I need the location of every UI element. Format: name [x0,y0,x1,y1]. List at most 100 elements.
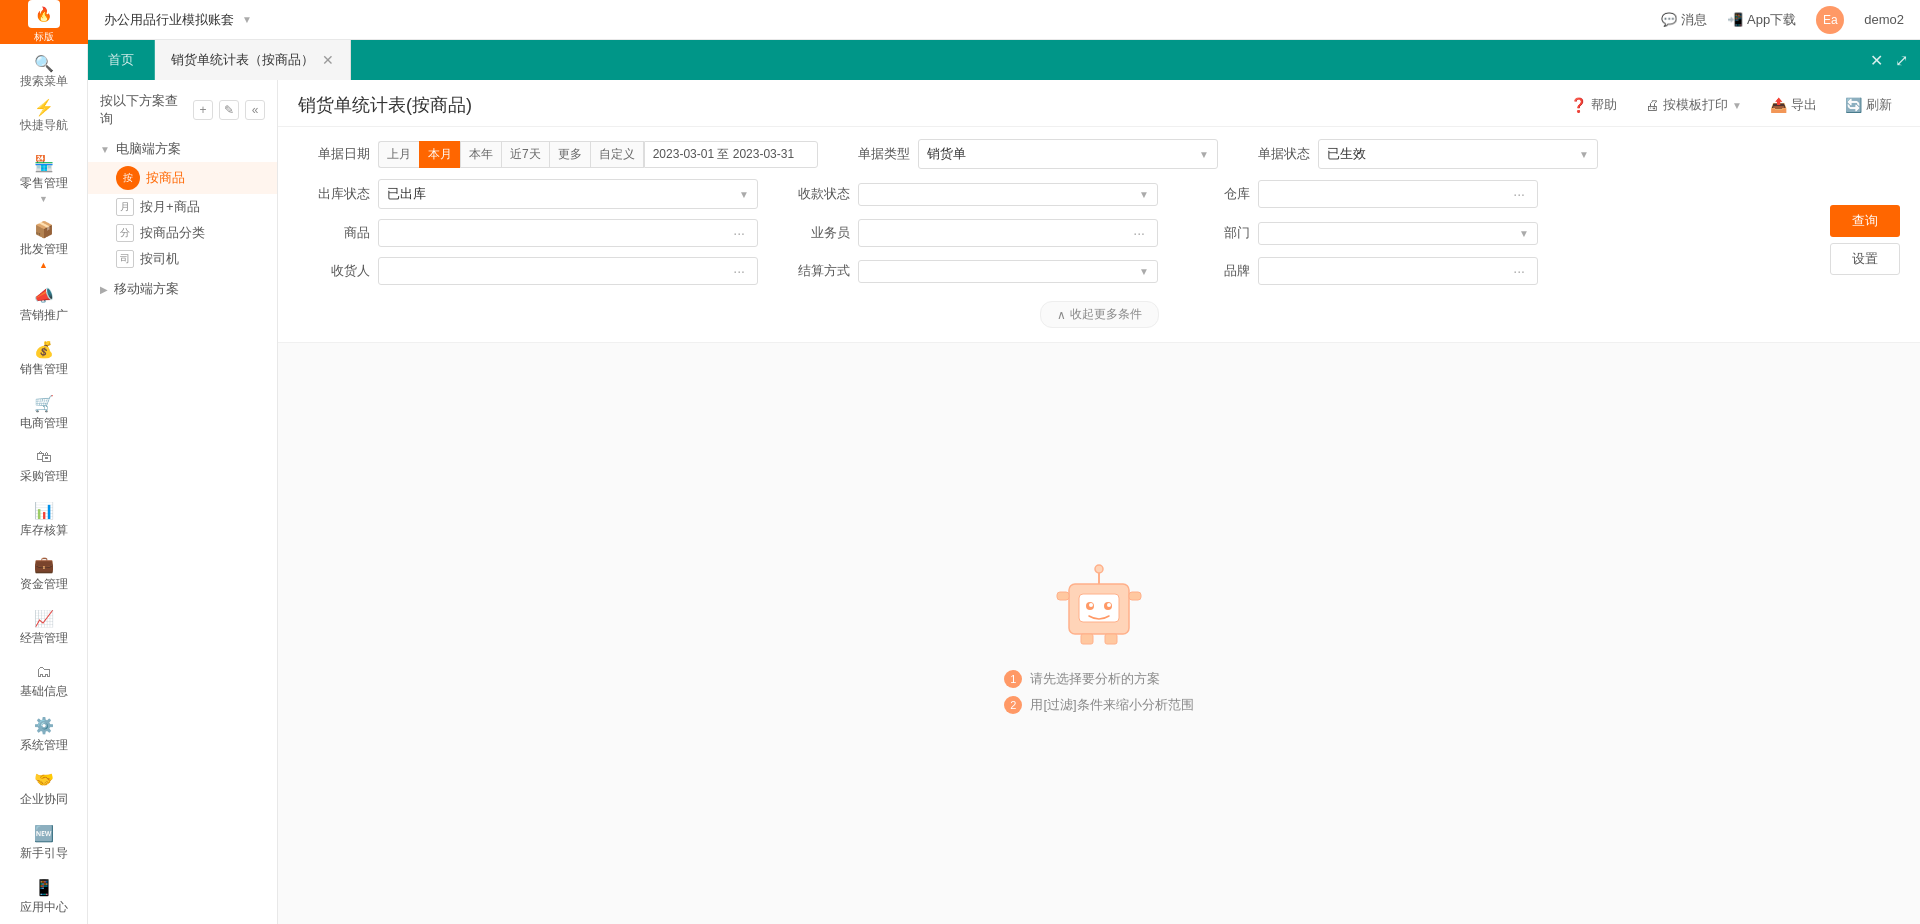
header-left: 办公用品行业模拟账套 ▼ [104,11,252,29]
date-range-input[interactable]: 2023-03-01 至 2023-03-31 [644,141,818,168]
sidebar-item-sales[interactable]: 💰 销售管理 [0,332,87,386]
tip-num-1: 1 [1004,670,1022,688]
dept-label: 部门 [1178,224,1258,242]
salesman-dots[interactable]: ··· [1129,225,1149,241]
tree-item-by-product[interactable]: 按 按商品 [88,162,277,194]
retail-icon: 🏪 [34,154,54,173]
query-button[interactable]: 查询 [1830,205,1900,237]
doc-type-select[interactable]: 销货单 ▼ [918,139,1218,169]
page-title-actions: ❓ 帮助 🖨 按模板打印 ▼ 📤 导出 🔄 刷新 [1562,92,1900,118]
sidebar-search[interactable]: 🔍 搜索菜单 [20,44,68,94]
date-btn-last-month[interactable]: 上月 [378,141,419,168]
left-panel: 按以下方案查询 + ✎ « ▼ 电脑端方案 按 按商品 [88,80,278,924]
print-icon: 🖨 [1645,97,1659,113]
sidebar-item-finance[interactable]: 💼 资金管理 [0,547,87,601]
date-btn-this-month[interactable]: 本月 [419,141,460,168]
dept-arrow-icon: ▼ [1519,228,1529,239]
reset-button[interactable]: 设置 [1830,243,1900,275]
tree-item-driver[interactable]: 司 按司机 [88,246,277,272]
add-scheme-btn[interactable]: + [193,100,213,120]
sidebar-item-system[interactable]: ⚙️ 系统管理 [0,708,87,762]
tab-active[interactable]: 销货单统计表（按商品） ✕ [155,40,351,80]
purchase-icon: 🛍 [36,448,52,466]
ops-icon: 📈 [34,609,54,628]
tab-actions: ✕ ⤢ [1858,40,1920,80]
brand-select[interactable]: ··· [1258,257,1538,285]
salesman-select[interactable]: ··· [858,219,1158,247]
app-download-btn[interactable]: 📲 App下载 [1727,11,1796,29]
tree-dot-icon: 按 [116,166,140,190]
sidebar-item-wholesale[interactable]: 📦 批发管理 ▲ [0,212,87,278]
tab-minimize-btn[interactable]: ✕ [1870,51,1883,70]
tree-item-category-label: 按商品分类 [140,224,205,242]
export-btn[interactable]: 📤 导出 [1762,92,1825,118]
enterprise-icon: 🤝 [34,770,54,789]
goods-label: 商品 [298,224,378,242]
header-right: 💬 消息 📲 App下载 Ea demo2 [1661,6,1904,34]
payment-arrow-icon: ▼ [1139,189,1149,200]
sidebar-item-ops[interactable]: 📈 经营管理 [0,601,87,655]
sidebar-item-basic[interactable]: 🗂 基础信息 [0,655,87,708]
driver-icon: 司 [116,250,134,268]
settle-arrow-icon: ▼ [1139,266,1149,277]
settle-select[interactable]: ▼ [858,260,1158,283]
user-avatar[interactable]: Ea [1816,6,1844,34]
messages-btn[interactable]: 💬 消息 [1661,11,1707,29]
sidebar-item-stock[interactable]: 📊 库存核算 [0,493,87,547]
tab-home[interactable]: 首页 [88,40,155,80]
dept-select[interactable]: ▼ [1258,222,1538,245]
tab-expand-btn[interactable]: ⤢ [1895,51,1908,70]
tab-close-btn[interactable]: ✕ [322,53,334,67]
print-btn[interactable]: 🖨 按模板打印 ▼ [1637,92,1750,118]
collapse-btn[interactable]: ∧ 收起更多条件 [1040,301,1159,328]
tree-item-month-product[interactable]: 月 按月+商品 [88,194,277,220]
finance-icon: 💼 [34,555,54,574]
collapse-panel-btn[interactable]: « [245,100,265,120]
sidebar-item-purchase[interactable]: 🛍 采购管理 [0,440,87,493]
edit-scheme-btn[interactable]: ✎ [219,100,239,120]
filter-row-1: 单据日期 上月 本月 本年 近7天 更多 自定义 2023-03-01 至 20… [298,139,1900,169]
svg-rect-11 [1129,592,1141,600]
sidebar-item-enterprise[interactable]: 🤝 企业协同 [0,762,87,816]
doc-status-select[interactable]: 已生效 ▼ [1318,139,1598,169]
sidebar-item-guide[interactable]: 🆕 新手引导 [0,816,87,870]
receiver-select[interactable]: ··· [378,257,758,285]
payment-select[interactable]: ▼ [858,183,1158,206]
category-icon: 分 [116,224,134,242]
left-panel-title: 按以下方案查询 [100,92,187,128]
date-btn-custom[interactable]: 自定义 [590,141,644,168]
filter-row-3: 商品 ··· 业务员 ··· 部门 ▼ [298,219,1900,247]
sidebar-item-retail[interactable]: 🏪 零售管理 ▼ [0,146,87,212]
tree-item-category[interactable]: 分 按商品分类 [88,220,277,246]
out-status-select[interactable]: 已出库 ▼ [378,179,758,209]
doc-type-value: 销货单 [927,145,966,163]
tree-node-desktop[interactable]: ▼ 电脑端方案 [88,136,277,162]
sidebar-logo[interactable]: 🔥 标版 [0,0,88,44]
filter-area: 单据日期 上月 本月 本年 近7天 更多 自定义 2023-03-01 至 20… [278,127,1920,343]
sidebar-item-appstore[interactable]: 📱 应用中心 [0,870,87,924]
goods-dots[interactable]: ··· [729,225,749,241]
sidebar-item-marketing[interactable]: 📣 营销推广 [0,278,87,332]
doc-type-label: 单据类型 [838,145,918,163]
receiver-dots[interactable]: ··· [729,263,749,279]
system-icon: ⚙️ [34,716,54,735]
user-name[interactable]: demo2 [1864,12,1904,27]
help-btn[interactable]: ❓ 帮助 [1562,92,1625,118]
refresh-btn[interactable]: 🔄 刷新 [1837,92,1900,118]
wholesale-icon: 📦 [34,220,54,239]
warehouse-label: 仓库 [1178,185,1258,203]
header-dropdown-icon[interactable]: ▼ [242,14,252,25]
stock-icon: 📊 [34,501,54,520]
tree-node-mobile[interactable]: ▶ 移动端方案 [88,276,277,302]
date-btn-this-year[interactable]: 本年 [460,141,501,168]
doc-status-label: 单据状态 [1238,145,1318,163]
date-btn-more[interactable]: 更多 [549,141,590,168]
sidebar-nav[interactable]: ⚡ 快捷导航 [20,94,68,138]
page-content: 按以下方案查询 + ✎ « ▼ 电脑端方案 按 按商品 [88,80,1920,924]
date-btn-7days[interactable]: 近7天 [501,141,549,168]
warehouse-select[interactable]: ··· [1258,180,1538,208]
brand-dots[interactable]: ··· [1509,263,1529,279]
goods-select[interactable]: ··· [378,219,758,247]
sidebar-item-ecom[interactable]: 🛒 电商管理 [0,386,87,440]
warehouse-dots[interactable]: ··· [1509,186,1529,202]
